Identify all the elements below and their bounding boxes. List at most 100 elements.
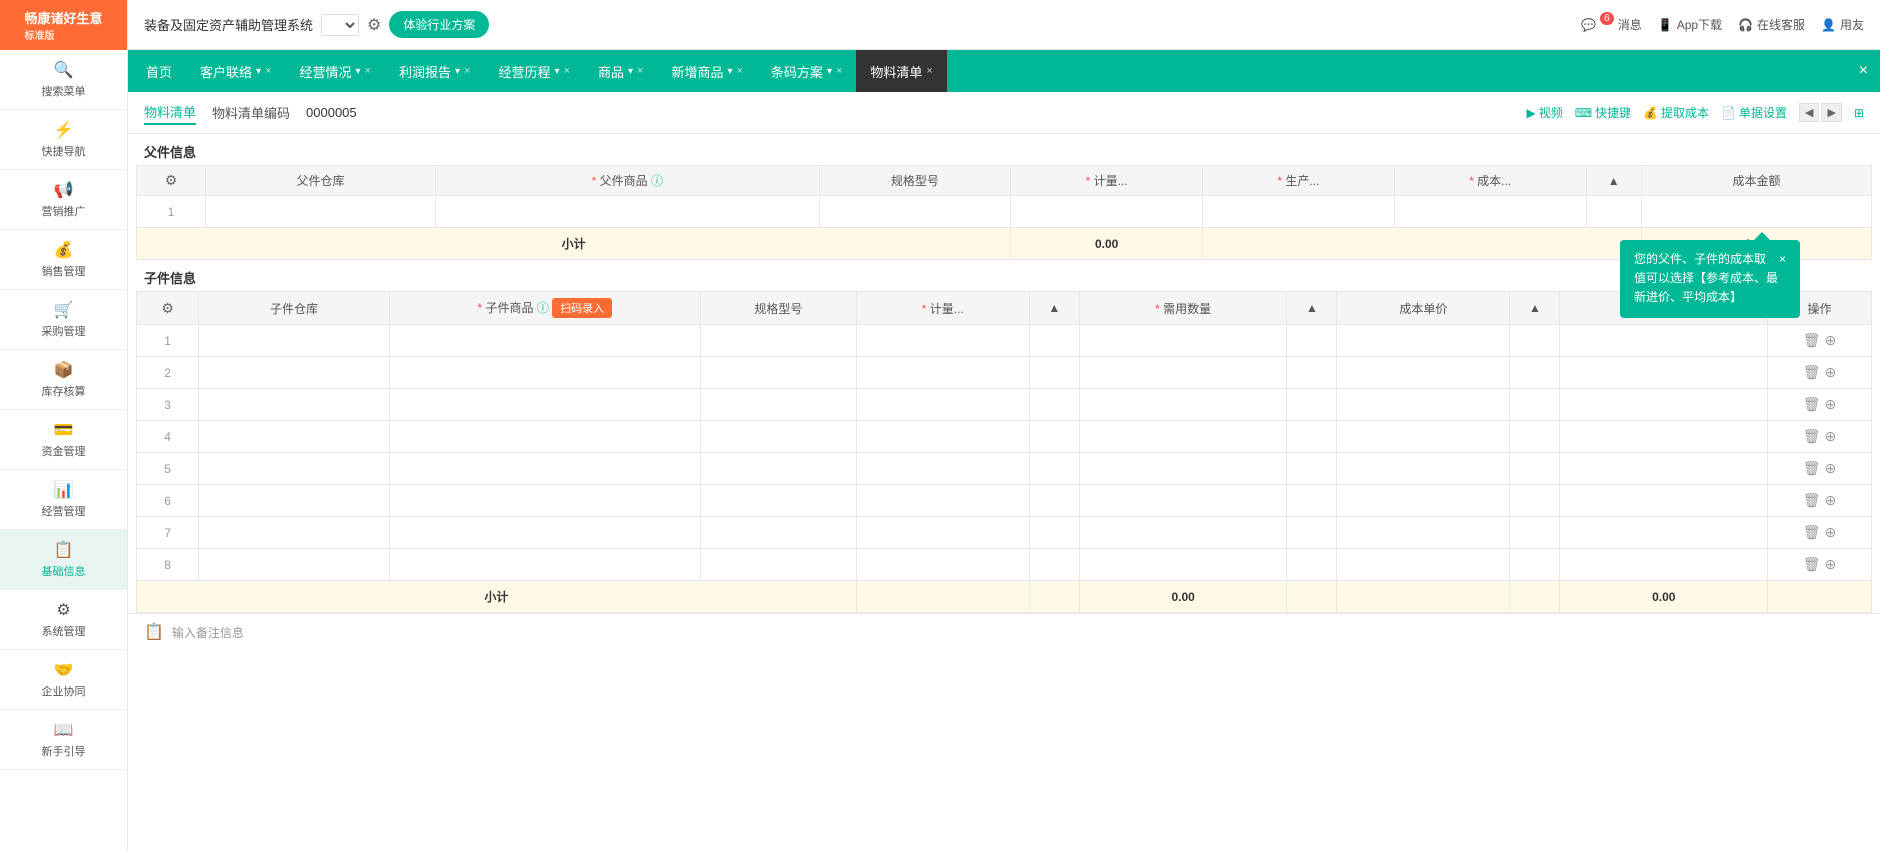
child-unit[interactable]: [856, 421, 1029, 453]
sidebar-item-sales[interactable]: 💰 销售管理: [0, 230, 127, 290]
delete-icon[interactable]: 🗑: [1803, 524, 1821, 541]
child-unit-cost[interactable]: [1337, 485, 1510, 517]
copy-icon[interactable]: ⊕: [1825, 524, 1837, 541]
close-icon[interactable]: ×: [926, 65, 932, 77]
child-qty[interactable]: [1079, 549, 1287, 581]
sidebar-item-guide[interactable]: 📖 新手引导: [0, 710, 127, 770]
extract-cost-action[interactable]: 💰 提取成本: [1643, 104, 1709, 121]
child-product[interactable]: [389, 517, 700, 549]
child-unit[interactable]: [856, 389, 1029, 421]
online-service-group[interactable]: 🎧 在线客服: [1738, 16, 1805, 33]
sidebar-item-enterprise[interactable]: 🤝 企业协同: [0, 650, 127, 710]
copy-icon[interactable]: ⊕: [1825, 364, 1837, 381]
close-icon[interactable]: ×: [564, 65, 570, 77]
parent-produce[interactable]: [1203, 196, 1395, 228]
nav-tab-profit[interactable]: 利润报告 ▾ ×: [385, 50, 484, 92]
nav-tab-history[interactable]: 经营历程 ▾ ×: [484, 50, 583, 92]
close-icon[interactable]: ×: [464, 65, 470, 77]
child-warehouse[interactable]: [199, 453, 389, 485]
child-qty[interactable]: [1079, 389, 1287, 421]
child-qty[interactable]: [1079, 453, 1287, 485]
sidebar-item-search[interactable]: 🔍 搜索菜单: [0, 50, 127, 110]
copy-icon[interactable]: ⊕: [1825, 332, 1837, 349]
sidebar-item-operations[interactable]: 📊 经营管理: [0, 470, 127, 530]
nav-tab-bom[interactable]: 物料清单 ×: [856, 50, 946, 92]
parent-unit[interactable]: [1011, 196, 1203, 228]
doc-settings-action[interactable]: 📄 单据设置: [1721, 104, 1787, 121]
child-product[interactable]: [389, 325, 700, 357]
child-qty[interactable]: [1079, 485, 1287, 517]
next-arrow[interactable]: ▶: [1821, 103, 1841, 122]
close-icon[interactable]: ×: [365, 65, 371, 77]
nav-tab-products[interactable]: 商品 ▾ ×: [584, 50, 657, 92]
delete-icon[interactable]: 🗑: [1803, 396, 1821, 413]
child-spec[interactable]: [701, 325, 857, 357]
child-product[interactable]: [389, 421, 700, 453]
close-icon[interactable]: ×: [637, 65, 643, 77]
trial-button[interactable]: 体验行业方案: [389, 11, 489, 38]
child-qty[interactable]: [1079, 421, 1287, 453]
child-unit-cost[interactable]: [1337, 517, 1510, 549]
sidebar-item-finance[interactable]: 💳 资金管理: [0, 410, 127, 470]
child-spec[interactable]: [701, 453, 857, 485]
child-product[interactable]: [389, 549, 700, 581]
child-warehouse[interactable]: [199, 485, 389, 517]
grid-icon[interactable]: ⊞: [1854, 106, 1864, 120]
child-qty[interactable]: [1079, 325, 1287, 357]
child-spec[interactable]: [701, 357, 857, 389]
sub-tab-bom[interactable]: 物料清单: [144, 100, 196, 125]
prev-arrow[interactable]: ◀: [1799, 103, 1819, 122]
child-warehouse[interactable]: [199, 421, 389, 453]
child-product[interactable]: [389, 357, 700, 389]
child-warehouse[interactable]: [199, 517, 389, 549]
copy-icon[interactable]: ⊕: [1825, 556, 1837, 573]
user-group[interactable]: 👤 用友: [1821, 16, 1864, 33]
nav-close-all[interactable]: ×: [1851, 62, 1876, 80]
child-spec[interactable]: [701, 517, 857, 549]
child-product[interactable]: [389, 389, 700, 421]
child-spec[interactable]: [701, 485, 857, 517]
parent-col-gear[interactable]: ⚙: [137, 166, 206, 196]
nav-tab-barcode[interactable]: 条码方案 ▾ ×: [757, 50, 856, 92]
child-qty[interactable]: [1079, 517, 1287, 549]
child-warehouse[interactable]: [199, 357, 389, 389]
child-warehouse[interactable]: [199, 389, 389, 421]
sub-tab-bom-code[interactable]: 物料清单编码: [212, 101, 290, 124]
nav-tab-home[interactable]: 首页: [132, 50, 186, 92]
close-icon[interactable]: ×: [736, 65, 742, 77]
scan-button[interactable]: 扫码录入: [552, 298, 612, 318]
child-unit[interactable]: [856, 357, 1029, 389]
nav-tab-new-product[interactable]: 新增商品 ▾ ×: [657, 50, 756, 92]
delete-icon[interactable]: 🗑: [1803, 428, 1821, 445]
child-unit-cost[interactable]: [1337, 549, 1510, 581]
close-icon[interactable]: ×: [836, 65, 842, 77]
nav-tab-operations[interactable]: 经营情况 ▾ ×: [286, 50, 385, 92]
child-unit-cost[interactable]: [1337, 421, 1510, 453]
sidebar-item-marketing[interactable]: 📢 营销推广: [0, 170, 127, 230]
shortcut-action[interactable]: ⌨ 快捷键: [1575, 104, 1631, 121]
sidebar-item-basicinfo[interactable]: 📋 基础信息: [0, 530, 127, 590]
nav-tab-customer[interactable]: 客户联络 ▾ ×: [186, 50, 285, 92]
child-product[interactable]: [389, 485, 700, 517]
child-warehouse[interactable]: [199, 325, 389, 357]
copy-icon[interactable]: ⊕: [1825, 428, 1837, 445]
child-unit[interactable]: [856, 549, 1029, 581]
child-qty[interactable]: [1079, 357, 1287, 389]
delete-icon[interactable]: 🗑: [1803, 556, 1821, 573]
delete-icon[interactable]: 🗑: [1803, 332, 1821, 349]
video-action[interactable]: ▶ 视频: [1526, 104, 1562, 121]
app-download-group[interactable]: 📱 App下载: [1658, 16, 1722, 33]
tooltip-close-btn[interactable]: ×: [1779, 250, 1786, 269]
delete-icon[interactable]: 🗑: [1803, 492, 1821, 509]
child-product[interactable]: [389, 453, 700, 485]
sidebar-item-purchase[interactable]: 🛒 采购管理: [0, 290, 127, 350]
copy-icon[interactable]: ⊕: [1825, 396, 1837, 413]
child-unit[interactable]: [856, 325, 1029, 357]
delete-icon[interactable]: 🗑: [1803, 364, 1821, 381]
parent-spec[interactable]: [819, 196, 1011, 228]
settings-icon[interactable]: ⚙: [367, 15, 381, 35]
child-warehouse[interactable]: [199, 549, 389, 581]
child-unit-cost[interactable]: [1337, 357, 1510, 389]
parent-cost-type[interactable]: [1394, 196, 1586, 228]
delete-icon[interactable]: 🗑: [1803, 460, 1821, 477]
